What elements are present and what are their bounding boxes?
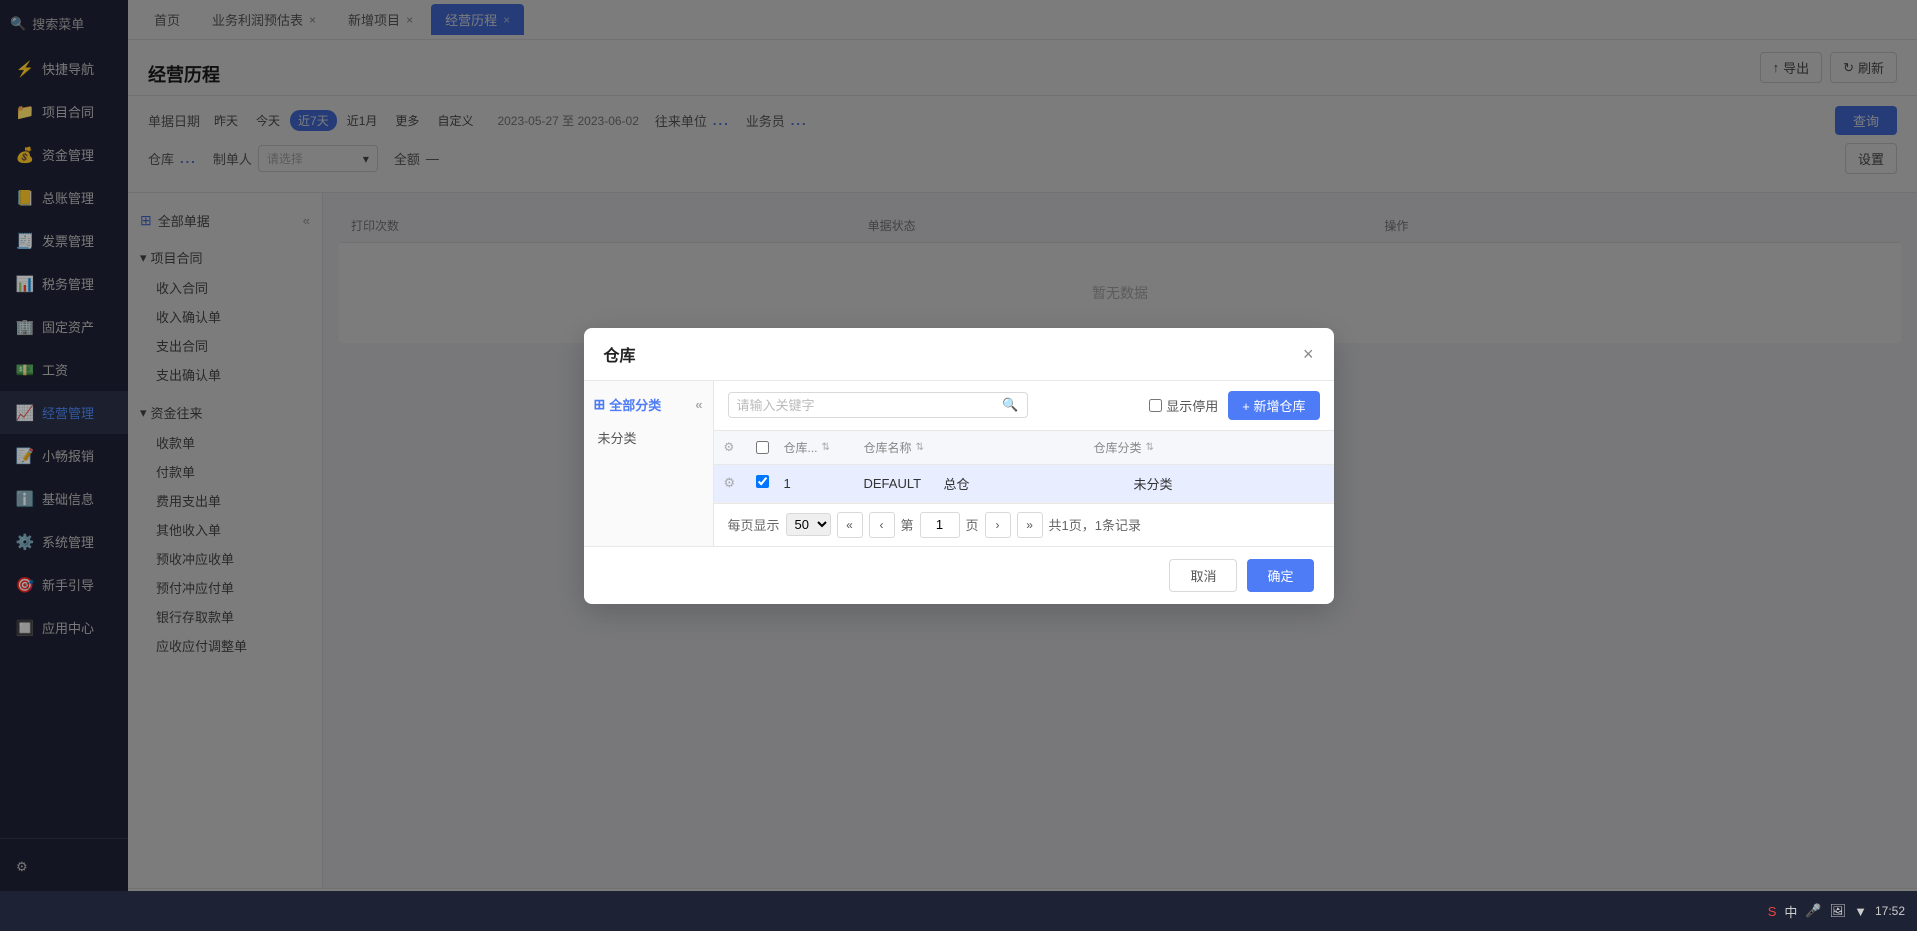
sort-icon-code[interactable]: ⇅	[822, 442, 830, 453]
dialog-prev-btn[interactable]: ‹	[869, 512, 895, 538]
table-row[interactable]: ⚙ 1 DEFAULT 总仓 未分类	[714, 465, 1334, 503]
modal-overlay: 仓库 × ⊞ 全部分类 « 未分类	[0, 0, 1917, 931]
dialog-toolbar: 🔍 显示停用 + 新增仓库	[714, 381, 1334, 431]
dialog-close-btn[interactable]: ×	[1303, 345, 1314, 363]
gear-icon: ⚙	[724, 440, 735, 454]
dialog-confirm-area: 取消 确定	[584, 546, 1334, 604]
dialog-left-header: ⊞ 全部分类 «	[584, 389, 713, 420]
dialog-left-item-未分类[interactable]: 未分类	[584, 420, 713, 455]
dialog-body: ⊞ 全部分类 « 未分类 🔍	[584, 381, 1334, 546]
row-code-1: DEFAULT	[864, 476, 944, 491]
sort-icon-category[interactable]: ⇅	[1146, 442, 1154, 453]
dialog-page-label: 第	[901, 515, 914, 534]
dialog-last-btn[interactable]: »	[1017, 512, 1043, 538]
cancel-button[interactable]: 取消	[1169, 559, 1237, 592]
th-gear: ⚙	[724, 440, 756, 454]
th-code: 仓库... ⇅	[784, 439, 864, 456]
dialog-per-page-select[interactable]: 50	[786, 513, 831, 536]
dialog-page-suffix: 页	[966, 515, 979, 534]
left-panel-icon: ⊞	[594, 396, 606, 413]
taskbar-icons: S 中 🎤 🖼 ▼ 17:52	[1768, 902, 1905, 921]
show-disabled-toggle[interactable]: 显示停用	[1149, 396, 1218, 415]
th-name: 仓库名称 ⇅	[864, 439, 1094, 456]
taskbar-icon-4: ▼	[1854, 904, 1867, 919]
sort-icon-name[interactable]: ⇅	[916, 442, 924, 453]
dialog-total-label: 共1页，1条记录	[1049, 515, 1141, 534]
dialog-title: 仓库	[604, 342, 636, 366]
show-disabled-label: 显示停用	[1166, 396, 1218, 415]
th-name-label: 仓库名称	[864, 439, 912, 456]
th-check	[756, 441, 784, 454]
confirm-button[interactable]: 确定	[1247, 559, 1313, 592]
all-categories-label[interactable]: 全部分类	[609, 395, 661, 414]
dialog-table-rows: ⚙ 1 DEFAULT 总仓 未分类	[714, 465, 1334, 503]
dialog-per-page-label: 每页显示	[728, 515, 780, 534]
dialog-toolbar-right: 显示停用 + 新增仓库	[1149, 391, 1319, 420]
th-category: 仓库分类 ⇅	[1094, 439, 1324, 456]
row-id-1: 1	[784, 476, 864, 491]
dialog-page-input[interactable]	[920, 512, 960, 538]
warehouse-dialog: 仓库 × ⊞ 全部分类 « 未分类	[584, 328, 1334, 604]
dialog-left-items: 未分类	[584, 420, 713, 455]
dialog-next-btn[interactable]: ›	[985, 512, 1011, 538]
add-warehouse-button[interactable]: + 新增仓库	[1228, 391, 1319, 420]
row-checkbox-1[interactable]	[756, 475, 769, 488]
taskbar-icon-3: 🖼	[1830, 903, 1847, 919]
dialog-header: 仓库 ×	[584, 328, 1334, 381]
dialog-footer: 每页显示 50 « ‹ 第 页 › » 共1页，1条记录	[714, 503, 1334, 546]
row-name-1: 总仓	[944, 474, 1134, 493]
dialog-pagination: 每页显示 50 « ‹ 第 页 › » 共1页，1条记录	[728, 512, 1142, 538]
row-category-1: 未分类	[1134, 474, 1324, 493]
dialog-first-btn[interactable]: «	[837, 512, 863, 538]
th-code-label: 仓库...	[784, 439, 818, 456]
taskbar-icon-1: 中	[1784, 902, 1797, 921]
search-input[interactable]	[737, 398, 997, 413]
search-icon: 🔍	[1002, 397, 1018, 413]
taskbar-time: 17:52	[1875, 904, 1905, 918]
search-box: 🔍	[728, 392, 1028, 418]
dialog-table-header: ⚙ 仓库... ⇅ 仓库名称 ⇅	[714, 431, 1334, 465]
th-category-label: 仓库分类	[1094, 439, 1142, 456]
row-check-1[interactable]	[756, 475, 784, 491]
taskbar-icon-2: 🎤	[1805, 903, 1821, 919]
show-disabled-checkbox[interactable]	[1149, 399, 1162, 412]
taskbar: S 中 🎤 🖼 ▼ 17:52	[0, 891, 1917, 931]
row-gear-1[interactable]: ⚙	[724, 475, 756, 491]
dialog-right-panel: 🔍 显示停用 + 新增仓库	[714, 381, 1334, 546]
dialog-left-panel: ⊞ 全部分类 « 未分类	[584, 381, 714, 546]
select-all-checkbox[interactable]	[756, 441, 769, 454]
add-warehouse-label: + 新增仓库	[1242, 396, 1305, 415]
row-gear-icon: ⚙	[724, 475, 736, 490]
left-collapse-icon[interactable]: «	[695, 397, 702, 412]
dialog-table: ⚙ 仓库... ⇅ 仓库名称 ⇅	[714, 431, 1334, 503]
taskbar-logo: S	[1768, 904, 1777, 919]
